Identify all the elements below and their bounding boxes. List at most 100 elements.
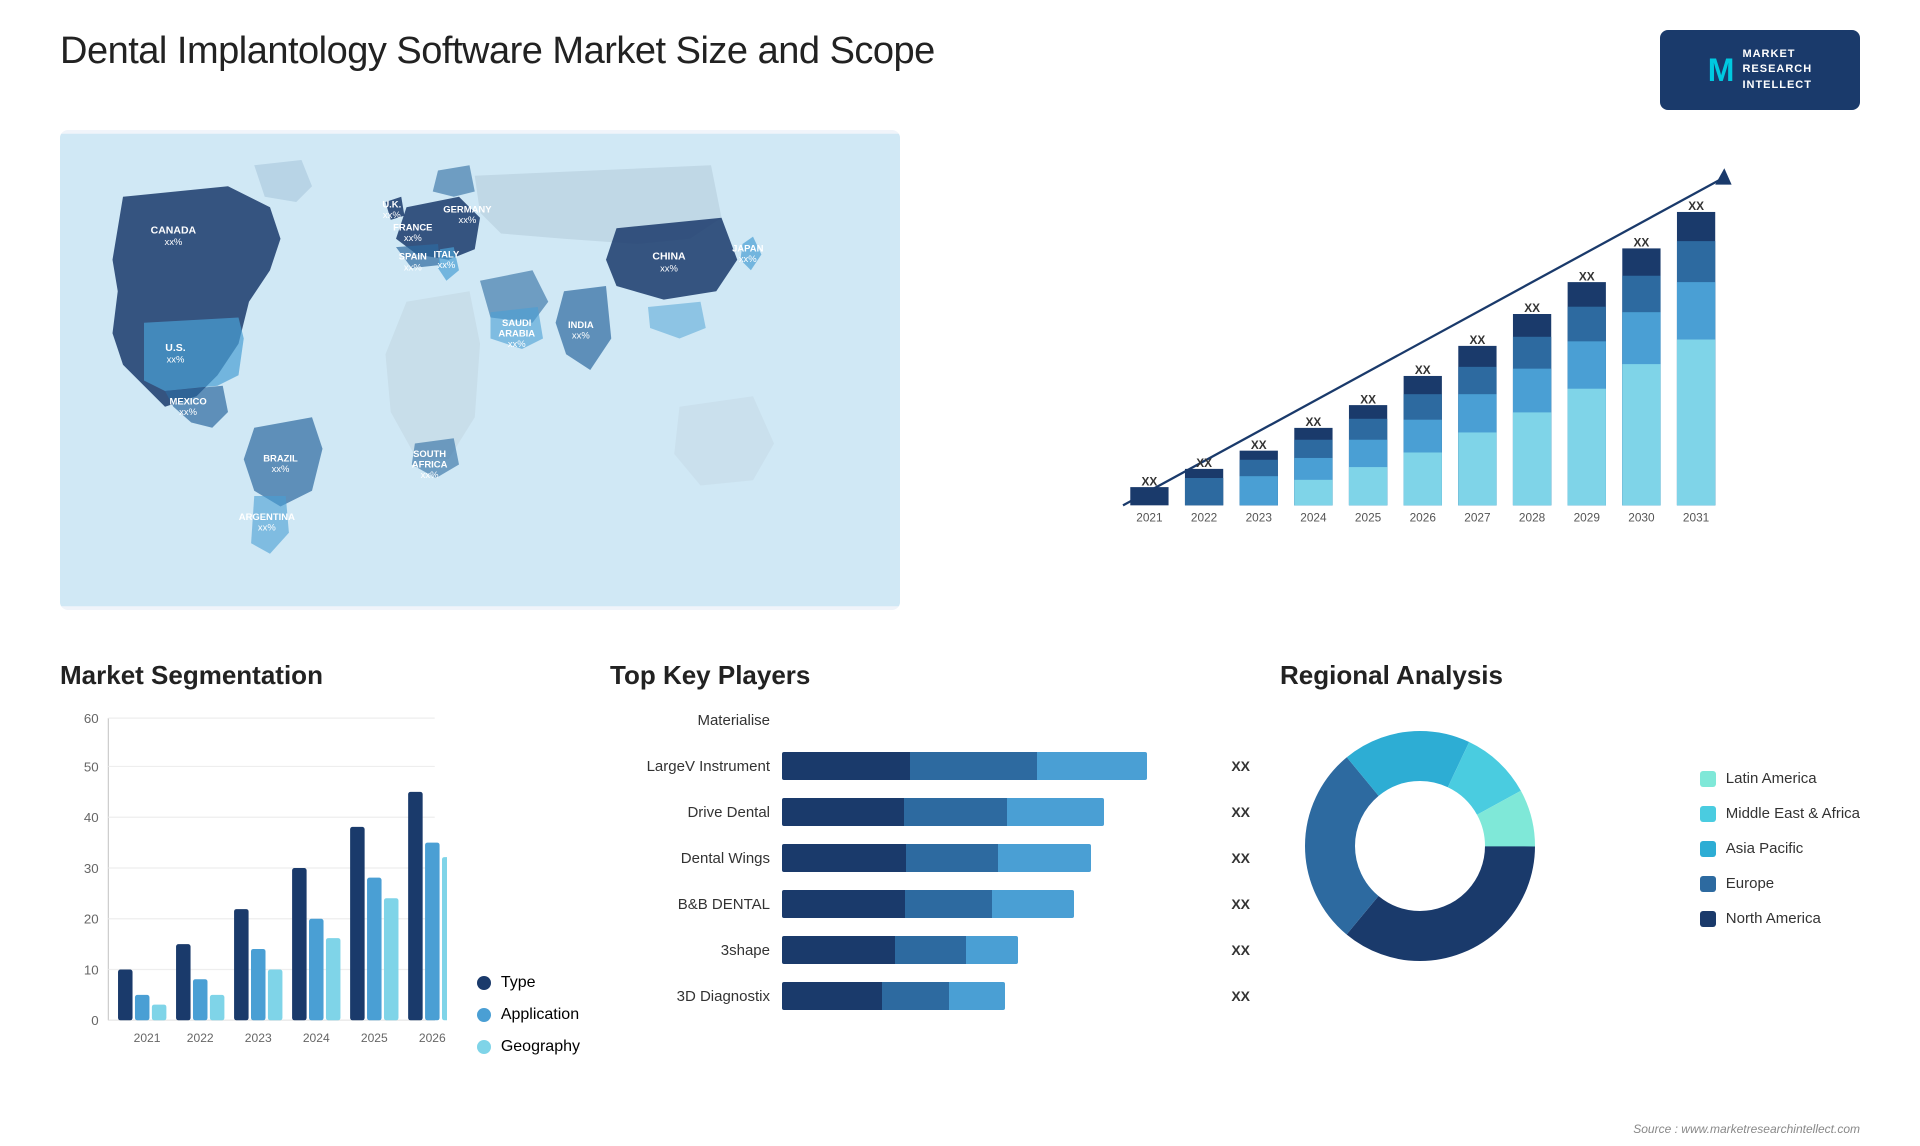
bar-chart-svg: XX XX XX XX — [990, 150, 1830, 560]
logo-text: MARKET RESEARCH INTELLECT — [1742, 47, 1812, 93]
player-name-3d-diagnostix: 3D Diagnostix — [610, 988, 770, 1005]
player-bar-drive — [782, 798, 1211, 826]
svg-text:50: 50 — [84, 759, 99, 774]
svg-text:0: 0 — [91, 1013, 98, 1028]
legend-geography-dot — [477, 1040, 491, 1054]
svg-text:xx%: xx% — [739, 254, 757, 265]
logo-area: M MARKET RESEARCH INTELLECT — [1660, 30, 1860, 110]
svg-text:xx%: xx% — [383, 210, 401, 221]
svg-text:AFRICA: AFRICA — [412, 460, 448, 471]
page-title: Dental Implantology Software Market Size… — [60, 30, 935, 73]
svg-text:xx%: xx% — [167, 355, 185, 366]
legend-application-dot — [477, 1008, 491, 1022]
player-name-3shape: 3shape — [610, 942, 770, 959]
svg-text:2023: 2023 — [1246, 511, 1273, 525]
svg-text:xx%: xx% — [660, 263, 678, 274]
svg-text:XX: XX — [1360, 392, 1376, 406]
svg-text:XX: XX — [1688, 199, 1704, 213]
svg-text:xx%: xx% — [508, 339, 526, 350]
legend-type-dot — [477, 976, 491, 990]
legend-type: Type — [477, 974, 580, 992]
svg-text:xx%: xx% — [404, 262, 422, 273]
svg-text:SOUTH: SOUTH — [413, 449, 446, 460]
svg-text:2024: 2024 — [303, 1031, 330, 1045]
svg-text:30: 30 — [84, 861, 99, 876]
svg-text:2028: 2028 — [1519, 511, 1546, 525]
svg-text:XX: XX — [1634, 236, 1650, 250]
svg-text:2030: 2030 — [1628, 511, 1655, 525]
player-label-largev: XX — [1231, 758, 1250, 774]
player-bar-materialise — [782, 706, 1250, 734]
player-bar-bb — [782, 890, 1211, 918]
player-row-3d-diagnostix: 3D Diagnostix XX — [610, 982, 1250, 1010]
player-row-materialise: Materialise — [610, 706, 1250, 734]
svg-text:xx%: xx% — [458, 215, 476, 226]
world-map-svg: CANADA xx% U.S. xx% MEXICO xx% BRAZIL xx… — [60, 130, 900, 610]
header: Dental Implantology Software Market Size… — [60, 30, 1860, 110]
svg-text:20: 20 — [84, 912, 99, 927]
segmentation-section: Market Segmentation 0 10 20 — [60, 650, 580, 1050]
svg-text:SPAIN: SPAIN — [399, 252, 427, 263]
svg-text:2021: 2021 — [134, 1031, 161, 1045]
legend-application: Application — [477, 1006, 580, 1024]
regional-section: Regional Analysis — [1280, 650, 1860, 1050]
legend-label-asia-pacific: Asia Pacific — [1726, 840, 1804, 857]
seg-legend: Type Application Geography — [477, 974, 580, 1086]
source-text: Source : www.marketresearchintellect.com — [1633, 1122, 1860, 1136]
legend-dot-north-america — [1700, 911, 1716, 927]
svg-text:10: 10 — [84, 962, 99, 977]
donut-container — [1280, 706, 1670, 991]
svg-text:INDIA: INDIA — [568, 320, 594, 331]
svg-text:2026: 2026 — [419, 1031, 446, 1045]
legend-application-label: Application — [501, 1006, 579, 1024]
svg-text:2027: 2027 — [1464, 511, 1490, 525]
player-bar-3shape — [782, 936, 1211, 964]
svg-text:MEXICO: MEXICO — [169, 397, 206, 408]
legend-dot-latin-america — [1700, 771, 1716, 787]
player-name-dental-wings: Dental Wings — [610, 850, 770, 867]
player-row-dental-wings: Dental Wings XX — [610, 844, 1250, 872]
legend-label-middle-east: Middle East & Africa — [1726, 805, 1860, 822]
donut-chart — [1280, 706, 1560, 986]
player-row-largev: LargeV Instrument XX — [610, 752, 1250, 780]
player-bar-largev — [782, 752, 1211, 780]
svg-text:2025: 2025 — [1355, 511, 1382, 525]
player-bar-3d-diagnostix — [782, 982, 1211, 1010]
player-name-materialise: Materialise — [610, 712, 770, 729]
world-map-container: CANADA xx% U.S. xx% MEXICO xx% BRAZIL xx… — [60, 130, 900, 610]
svg-text:2021: 2021 — [1136, 511, 1162, 525]
svg-text:ARABIA: ARABIA — [498, 328, 535, 339]
legend-geography: Geography — [477, 1038, 580, 1056]
svg-text:xx%: xx% — [272, 464, 290, 475]
page-container: Dental Implantology Software Market Size… — [0, 0, 1920, 1146]
regional-title: Regional Analysis — [1280, 660, 1860, 691]
svg-text:U.K.: U.K. — [382, 199, 401, 210]
svg-text:XX: XX — [1142, 474, 1158, 488]
seg-chart-area: 0 10 20 30 40 50 60 — [60, 706, 580, 1086]
player-row-3shape: 3shape XX — [610, 936, 1250, 964]
regional-legend-middle-east: Middle East & Africa — [1700, 805, 1860, 822]
player-label-dental-wings: XX — [1231, 850, 1250, 866]
svg-text:xx%: xx% — [164, 237, 182, 248]
legend-label-latin-america: Latin America — [1726, 770, 1817, 787]
regional-legend-north-america: North America — [1700, 910, 1860, 927]
player-bar-dental-wings — [782, 844, 1211, 872]
player-label-drive: XX — [1231, 804, 1250, 820]
seg-svg-container: 0 10 20 30 40 50 60 — [60, 706, 447, 1086]
top-section: CANADA xx% U.S. xx% MEXICO xx% BRAZIL xx… — [60, 130, 1860, 610]
svg-text:2022: 2022 — [1191, 511, 1217, 525]
regional-content: Latin America Middle East & Africa Asia … — [1280, 706, 1860, 991]
player-name-largev: LargeV Instrument — [610, 758, 770, 775]
svg-text:xx%: xx% — [258, 523, 276, 534]
player-name-bb: B&B DENTAL — [610, 896, 770, 913]
regional-legend: Latin America Middle East & Africa Asia … — [1700, 770, 1860, 927]
legend-label-north-america: North America — [1726, 910, 1821, 927]
svg-text:XX: XX — [1251, 438, 1267, 452]
legend-dot-middle-east — [1700, 806, 1716, 822]
svg-text:ARGENTINA: ARGENTINA — [239, 512, 295, 523]
player-label-3d-diagnostix: XX — [1231, 988, 1250, 1004]
svg-text:2023: 2023 — [245, 1031, 272, 1045]
bar-chart-container: XX XX XX XX — [940, 130, 1860, 610]
bottom-section: Market Segmentation 0 10 20 — [60, 650, 1860, 1050]
legend-geography-label: Geography — [501, 1038, 580, 1056]
